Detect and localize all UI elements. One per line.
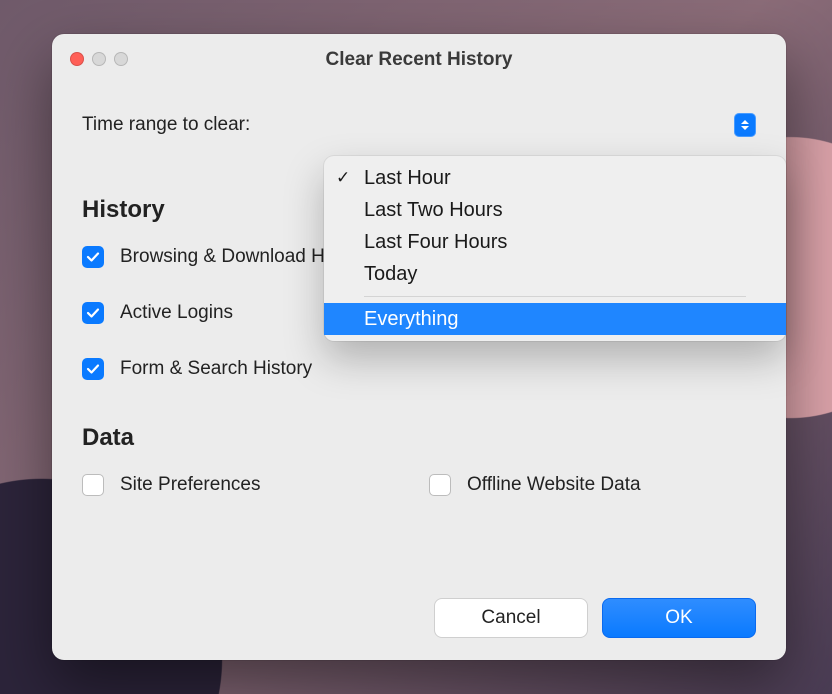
menu-item-last-hour[interactable]: ✓ Last Hour bbox=[324, 162, 786, 194]
menu-item-label: Last Two Hours bbox=[364, 199, 503, 222]
check-icon: ✓ bbox=[336, 168, 350, 188]
time-range-label: Time range to clear: bbox=[82, 114, 250, 136]
checkbox-form-search[interactable] bbox=[82, 358, 104, 380]
menu-item-label: Everything bbox=[364, 308, 459, 331]
option-label: Form & Search History bbox=[120, 358, 312, 380]
checkbox-browsing-history[interactable] bbox=[82, 246, 104, 268]
menu-item-label: Last Four Hours bbox=[364, 231, 507, 254]
dialog-buttons: Cancel OK bbox=[434, 598, 756, 638]
window-title: Clear Recent History bbox=[52, 49, 786, 71]
cancel-button[interactable]: Cancel bbox=[434, 598, 588, 638]
checkbox-active-logins[interactable] bbox=[82, 302, 104, 324]
menu-separator bbox=[364, 296, 746, 297]
window-zoom-button[interactable] bbox=[114, 52, 128, 66]
menu-item-label: Last Hour bbox=[364, 167, 451, 190]
option-label: Active Logins bbox=[120, 302, 233, 324]
time-range-row: Time range to clear: bbox=[82, 114, 756, 136]
window-close-button[interactable] bbox=[70, 52, 84, 66]
option-site-preferences: Site Preferences bbox=[82, 474, 409, 496]
checkbox-site-preferences[interactable] bbox=[82, 474, 104, 496]
menu-item-label: Today bbox=[364, 263, 417, 286]
checkbox-offline-data[interactable] bbox=[429, 474, 451, 496]
traffic-lights bbox=[70, 52, 128, 66]
data-options: Site Preferences Offline Website Data bbox=[82, 474, 756, 496]
data-heading: Data bbox=[82, 424, 756, 452]
ok-button[interactable]: OK bbox=[602, 598, 756, 638]
menu-item-last-two-hours[interactable]: Last Two Hours bbox=[324, 194, 786, 226]
check-icon bbox=[86, 306, 100, 320]
menu-item-today[interactable]: Today bbox=[324, 258, 786, 290]
window-minimize-button[interactable] bbox=[92, 52, 106, 66]
option-label: Offline Website Data bbox=[467, 474, 641, 496]
titlebar: Clear Recent History bbox=[52, 34, 786, 86]
menu-item-last-four-hours[interactable]: Last Four Hours bbox=[324, 226, 786, 258]
option-label: Site Preferences bbox=[120, 474, 260, 496]
menu-item-everything[interactable]: Everything bbox=[324, 303, 786, 335]
check-icon bbox=[86, 250, 100, 264]
time-range-select[interactable] bbox=[734, 113, 756, 137]
check-icon bbox=[86, 362, 100, 376]
dialog-window: Clear Recent History Time range to clear… bbox=[52, 34, 786, 660]
option-offline-data: Offline Website Data bbox=[429, 474, 756, 496]
option-form-search: Form & Search History bbox=[82, 358, 409, 380]
time-range-menu: ✓ Last Hour Last Two Hours Last Four Hou… bbox=[324, 156, 786, 341]
